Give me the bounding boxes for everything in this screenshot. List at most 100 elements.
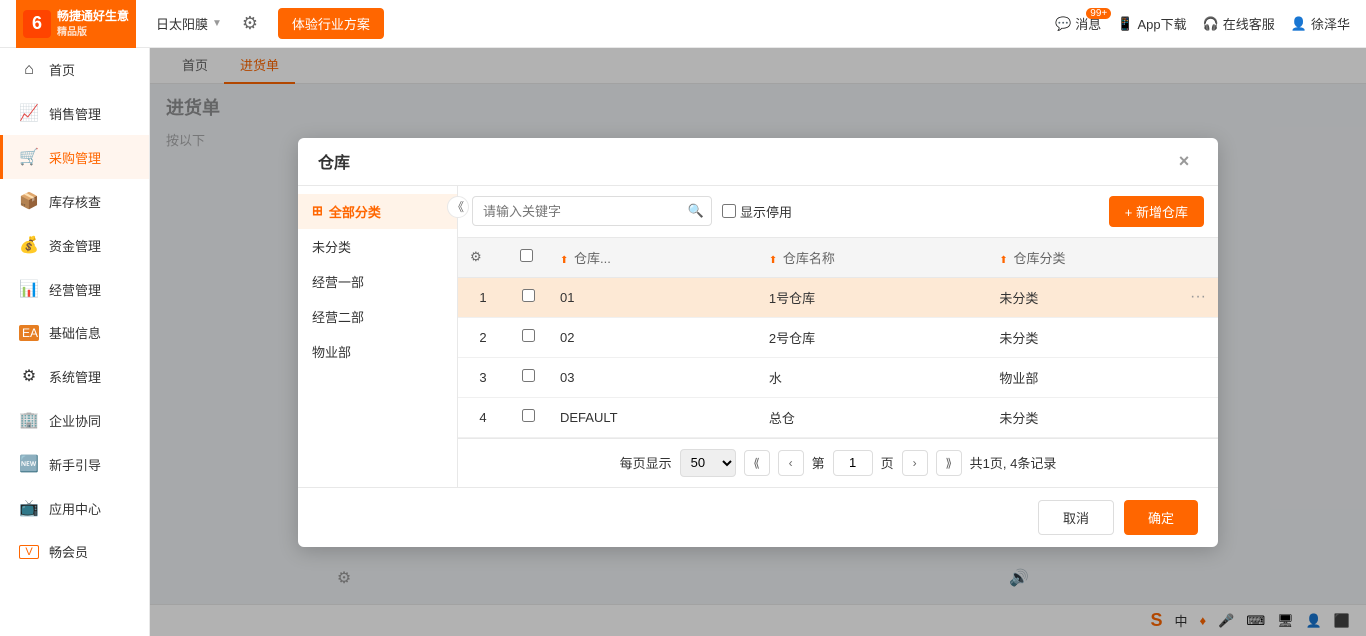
table-row[interactable]: 1 01 1号仓库 未分类 [458,277,1218,317]
search-icon[interactable]: 🔍 [688,203,704,219]
row2-check[interactable] [522,329,535,342]
app-download-button[interactable]: 📱 App下载 [1117,14,1186,33]
settings-icon[interactable]: ⚙ [234,8,266,40]
trial-button[interactable]: 体验行业方案 [278,8,384,39]
category-property-label: 物业部 [312,345,351,360]
row1-checkbox[interactable] [508,277,548,317]
messages-button[interactable]: 💬 消息 99+ [1055,14,1101,33]
category-dept2[interactable]: 经营二部 [298,299,457,334]
topbar-right: 💬 消息 99+ 📱 App下载 🎧 在线客服 👤 徐泽华 [1055,14,1350,33]
sidebar-item-home[interactable]: ⌂ 首页 [0,48,149,91]
app-center-icon: 📺 [19,498,39,518]
store-name: 日太阳膜 [156,14,208,33]
collapse-icon: 《 [452,198,464,215]
finance-icon: 💰 [19,235,39,255]
modal-header: 仓库 × [298,138,1218,186]
row4-num: 4 [458,397,508,437]
topbar: 6 畅捷通好生意 精品版 日太阳膜 ▼ ⚙ 体验行业方案 💬 消息 99+ 📱 … [0,0,1366,48]
sidebar-item-basic-info[interactable]: EA 基础信息 [0,311,149,354]
sidebar-item-inventory[interactable]: 📦 库存核查 [0,179,149,223]
table-row[interactable]: 2 02 2号仓库 未分类 [458,317,1218,357]
row4-name: 总仓 [757,397,988,437]
sidebar-item-finance[interactable]: 💰 资金管理 [0,223,149,267]
topbar-center: 日太阳膜 ▼ ⚙ 体验行业方案 [136,8,1055,40]
per-page-label: 每页显示 [620,453,672,472]
sidebar-label-inventory: 库存核查 [49,192,101,211]
sidebar-item-enterprise[interactable]: 🏢 企业协同 [0,398,149,442]
row3-num: 3 [458,357,508,397]
row4-checkbox[interactable] [508,397,548,437]
next-page-button[interactable]: › [902,450,928,476]
table-row[interactable]: 3 03 水 物业部 [458,357,1218,397]
row1-check[interactable] [522,289,535,302]
sidebar-item-sales[interactable]: 📈 销售管理 [0,91,149,135]
show-disabled-checkbox[interactable] [722,204,736,218]
row4-code: DEFAULT [548,397,757,437]
show-disabled-toggle[interactable]: 显示停用 [722,202,792,221]
row3-check[interactable] [522,369,535,382]
last-page-button[interactable]: ⟫ [936,450,962,476]
headset-icon: 🎧 [1203,16,1219,32]
store-arrow-icon: ▼ [212,18,222,29]
store-selector[interactable]: 日太阳膜 ▼ [156,14,222,33]
enterprise-icon: 🏢 [19,410,39,430]
sidebar-label-purchase: 采购管理 [49,148,101,167]
app-name: 畅捷通好生意 [57,9,129,23]
business-icon: 📊 [19,279,39,299]
row4-check[interactable] [522,409,535,422]
user-menu[interactable]: 👤 徐泽华 [1291,14,1350,33]
user-icon: 👤 [1291,16,1307,32]
sidebar-item-guide[interactable]: 🆕 新手引导 [0,442,149,486]
warehouse-modal: 仓库 × ⊞ 全部分类 未分类 经营 [298,138,1218,547]
sales-icon: 📈 [19,103,39,123]
modal-close-button[interactable]: × [1170,147,1198,175]
sidebar-item-app-center[interactable]: 📺 应用中心 [0,486,149,530]
row1-num: 1 [458,277,508,317]
online-service-label: 在线客服 [1223,14,1275,33]
sidebar: ⌂ 首页 📈 销售管理 🛒 采购管理 📦 库存核查 💰 资金管理 📊 经营管理 … [0,48,150,636]
category-all-label: 全部分类 [329,202,381,221]
sidebar-item-business[interactable]: 📊 经营管理 [0,267,149,311]
prev-page-button[interactable]: ‹ [778,450,804,476]
per-page-select[interactable]: 50 20 100 [680,449,736,477]
select-all-checkbox[interactable] [520,249,533,262]
sidebar-label-basic-info: 基础信息 [49,323,101,342]
row1-code: 01 [548,277,757,317]
pagination-info: 共1页, 4条记录 [970,453,1057,472]
content-area: 首页 进货单 进货单 按以下 仓库 × ⊞ [150,48,1366,636]
category-property[interactable]: 物业部 [298,334,457,369]
table-panel: 🔍 显示停用 + 新增仓库 [458,186,1218,487]
sidebar-item-system[interactable]: ⚙ 系统管理 [0,354,149,398]
first-page-button[interactable]: ⟪ [744,450,770,476]
row3-code: 03 [548,357,757,397]
sidebar-item-purchase[interactable]: 🛒 采购管理 [0,135,149,179]
main-layout: ⌂ 首页 📈 销售管理 🛒 采购管理 📦 库存核查 💰 资金管理 📊 经营管理 … [0,48,1366,636]
cancel-button[interactable]: 取消 [1038,500,1114,535]
confirm-button[interactable]: 确定 [1124,500,1198,535]
settings-col-icon: ⚙ [470,249,482,264]
row2-checkbox[interactable] [508,317,548,357]
logo-icon: 6 [23,10,51,38]
category-dept1[interactable]: 经营一部 [298,264,457,299]
new-warehouse-button[interactable]: + 新增仓库 [1109,196,1204,227]
online-service-button[interactable]: 🎧 在线客服 [1203,14,1275,33]
sidebar-label-enterprise: 企业协同 [49,411,101,430]
sort-icon-category: ⬆ [999,255,1007,266]
sort-icon-code: ⬆ [560,255,568,266]
page-input[interactable] [833,450,873,476]
basic-info-icon: EA [19,325,39,341]
category-unclassified[interactable]: 未分类 [298,229,457,264]
table-row[interactable]: 4 DEFAULT 总仓 未分类 [458,397,1218,437]
category-all[interactable]: ⊞ 全部分类 [298,194,457,229]
th-code-label: 仓库... [574,251,611,266]
row1-more-icon[interactable]: ··· [1190,288,1206,306]
sidebar-label-system: 系统管理 [49,367,101,386]
app-download-label: App下载 [1137,14,1186,33]
pagination: 每页显示 50 20 100 ⟪ ‹ 第 页 › [458,438,1218,487]
category-collapse-button[interactable]: 《 [447,196,469,218]
row3-checkbox[interactable] [508,357,548,397]
sidebar-label-app-center: 应用中心 [49,499,101,518]
search-input[interactable] [472,196,712,226]
user-name: 徐泽华 [1311,14,1350,33]
grid-icon: ⊞ [312,203,323,219]
